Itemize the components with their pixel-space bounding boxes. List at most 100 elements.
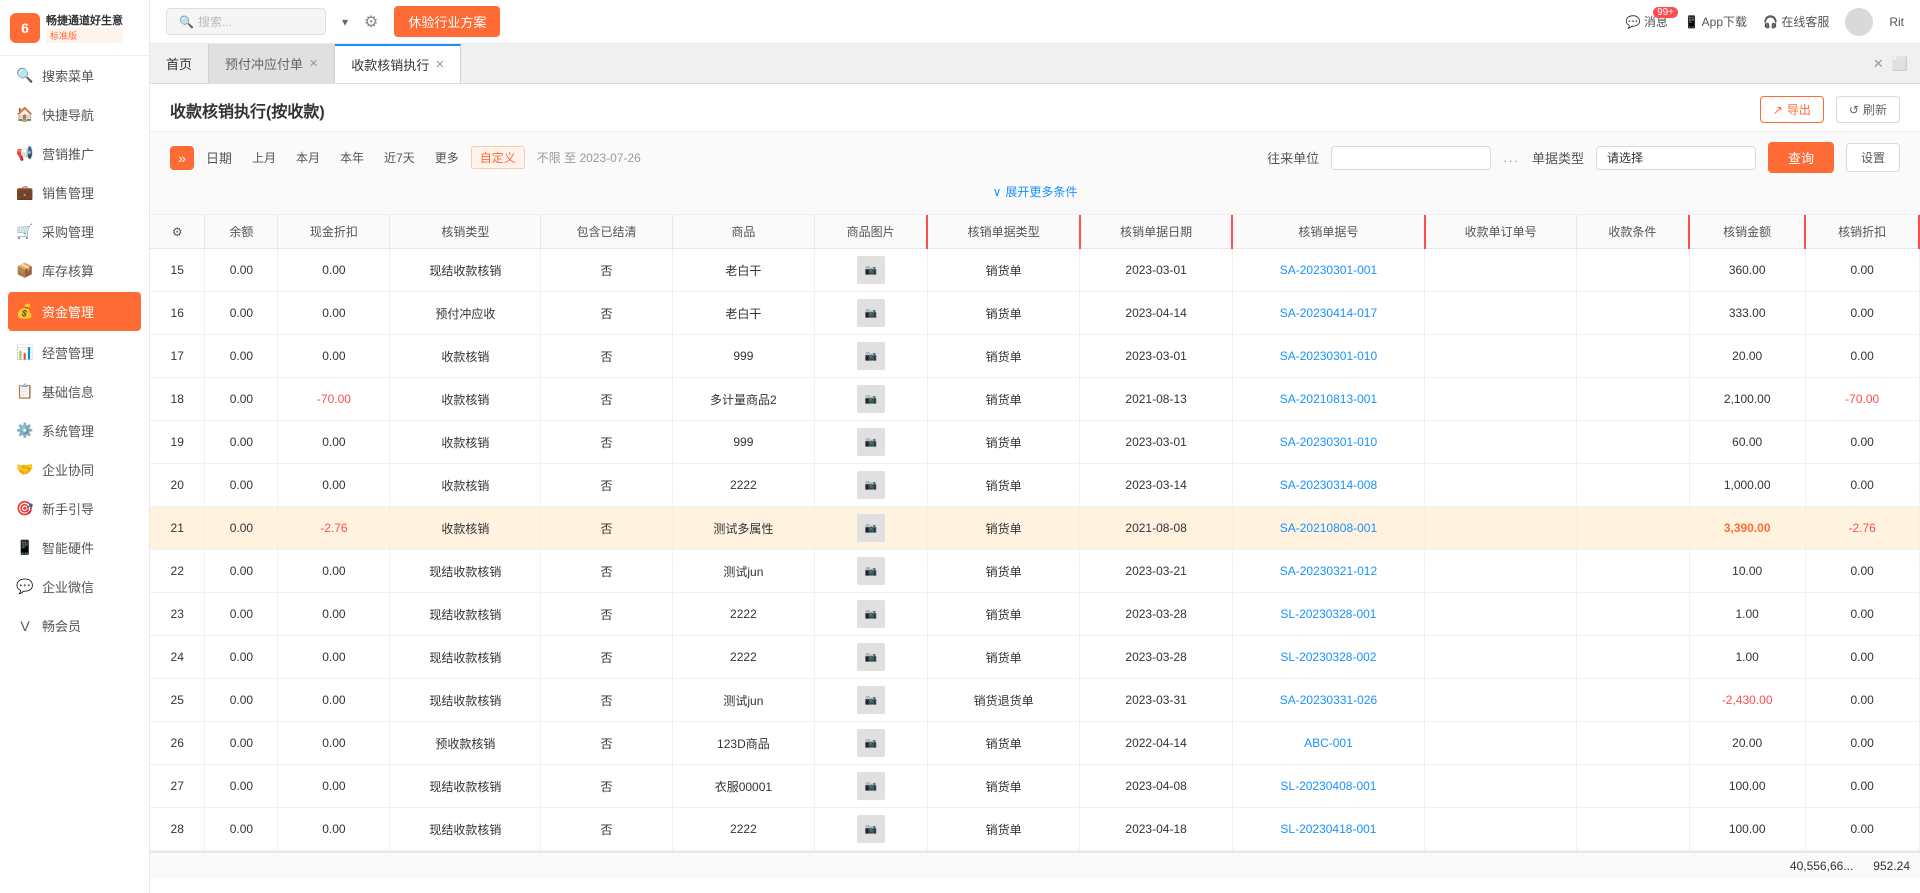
doc-no[interactable]: SA-20230301-010 xyxy=(1232,335,1424,378)
doc-no[interactable]: SA-20230301-001 xyxy=(1232,249,1424,292)
inventory-icon: 📦 xyxy=(16,262,34,279)
condition xyxy=(1576,507,1689,550)
doc-no[interactable]: ABC-001 xyxy=(1232,722,1424,765)
date-this-month-btn[interactable]: 本月 xyxy=(288,147,328,168)
doc-no[interactable]: SL-20230328-002 xyxy=(1232,636,1424,679)
doc-no-link[interactable]: ABC-001 xyxy=(1304,736,1353,750)
voucher-type-select[interactable]: 请选择 xyxy=(1596,146,1756,170)
doc-no-link[interactable]: SA-20230301-010 xyxy=(1280,349,1377,363)
tab-close-prepay[interactable]: ✕ xyxy=(309,57,318,70)
doc-no-link[interactable]: SA-20230414-017 xyxy=(1280,306,1377,320)
table-row: 250.000.00现结收款核销否测试jun📷销货退货单2023-03-31SA… xyxy=(150,679,1919,722)
export-button[interactable]: ↗ 导出 xyxy=(1760,96,1824,123)
topbar-dropdown[interactable]: ▾ xyxy=(342,15,348,29)
discount: 0.00 xyxy=(1805,421,1919,464)
partner-input[interactable] xyxy=(1331,146,1491,170)
sidebar: 6 畅捷通道好生意 标准版 🔍搜索菜单🏠快捷导航📢营销推广💼销售管理🛒采购管理📦… xyxy=(0,0,150,893)
query-button[interactable]: 查询 xyxy=(1768,142,1834,173)
doc-no-link[interactable]: SA-20210813-001 xyxy=(1280,392,1377,406)
doc-no-link[interactable]: SL-20230408-001 xyxy=(1280,779,1376,793)
cancel-type: 收款核销 xyxy=(390,507,541,550)
date-custom-btn[interactable]: 自定义 xyxy=(471,146,525,169)
sidebar-item-purchase[interactable]: 🛒采购管理 xyxy=(0,212,149,251)
app-download[interactable]: 📱 App下载 xyxy=(1684,13,1747,30)
doc-no[interactable]: SA-20230414-017 xyxy=(1232,292,1424,335)
gear-icon[interactable]: ⚙ xyxy=(364,12,378,32)
sidebar-item-inventory[interactable]: 📦库存核算 xyxy=(0,251,149,290)
sidebar-item-funds[interactable]: 💰资金管理 xyxy=(8,292,141,331)
balance: 0.00 xyxy=(205,808,278,851)
amount: 333.00 xyxy=(1689,292,1805,335)
cancel-type: 预付冲应收 xyxy=(390,292,541,335)
doc-no-link[interactable]: SL-20230328-001 xyxy=(1280,607,1376,621)
doc-date: 2023-03-01 xyxy=(1080,249,1233,292)
doc-date: 2023-03-01 xyxy=(1080,421,1233,464)
goods: 测试多属性 xyxy=(672,507,814,550)
maximize-icon[interactable]: ⬜ xyxy=(1892,56,1908,72)
online-service[interactable]: 🎧 在线客服 xyxy=(1763,13,1829,30)
user-avatar[interactable] xyxy=(1845,8,1873,36)
doc-no-link[interactable]: SA-20230301-010 xyxy=(1280,435,1377,449)
balance: 0.00 xyxy=(205,335,278,378)
industry-solution-button[interactable]: 休验行业方案 xyxy=(394,6,500,37)
date-this-year-btn[interactable]: 本年 xyxy=(332,147,372,168)
tab-home[interactable]: 首页 xyxy=(150,44,209,83)
doc-no[interactable]: SA-20230301-010 xyxy=(1232,421,1424,464)
partner-dots[interactable]: ... xyxy=(1503,150,1520,165)
doc-no-link[interactable]: SA-20230301-001 xyxy=(1280,263,1377,277)
table-row: 240.000.00现结收款核销否2222📷销货单2023-03-28SL-20… xyxy=(150,636,1919,679)
date-more-btn[interactable]: 更多 xyxy=(427,147,467,168)
cancel-type: 现结收款核销 xyxy=(390,765,541,808)
operation-icon: 📊 xyxy=(16,344,34,361)
sidebar-item-system[interactable]: ⚙️系统管理 xyxy=(0,411,149,450)
tab-receipts[interactable]: 收款核销执行 ✕ xyxy=(335,44,461,83)
tab-prepay[interactable]: 预付冲应付单 ✕ xyxy=(209,44,335,83)
doc-no-link[interactable]: SA-20230321-012 xyxy=(1280,564,1377,578)
filter-toggle-button[interactable]: » xyxy=(170,146,194,170)
cancel-type: 现结收款核销 xyxy=(390,550,541,593)
doc-no-link[interactable]: SA-20230314-008 xyxy=(1280,478,1377,492)
close-tab-icon[interactable]: ✕ xyxy=(1873,56,1884,72)
doc-no[interactable]: SA-20230321-012 xyxy=(1232,550,1424,593)
refresh-button[interactable]: ↺ 刷新 xyxy=(1836,96,1900,123)
sidebar-item-marketing[interactable]: 📢营销推广 xyxy=(0,134,149,173)
doc-no[interactable]: SA-20210813-001 xyxy=(1232,378,1424,421)
date-7days-btn[interactable]: 近7天 xyxy=(376,147,423,168)
expand-conditions-button[interactable]: ∨ 展开更多条件 xyxy=(170,179,1900,204)
goods: 999 xyxy=(672,421,814,464)
settings-col-icon[interactable]: ⚙ xyxy=(172,225,183,239)
message-icon: 💬 xyxy=(1626,15,1641,29)
doc-no[interactable]: SA-20230314-008 xyxy=(1232,464,1424,507)
goods: 2222 xyxy=(672,636,814,679)
doc-no-link[interactable]: SL-20230328-002 xyxy=(1280,650,1376,664)
sidebar-item-guide[interactable]: 🎯新手引导 xyxy=(0,489,149,528)
sidebar-item-cooperation[interactable]: 🤝企业协同 xyxy=(0,450,149,489)
doc-no[interactable]: SA-20210808-001 xyxy=(1232,507,1424,550)
doc-no[interactable]: SL-20230418-001 xyxy=(1232,808,1424,851)
sidebar-item-operation[interactable]: 📊经营管理 xyxy=(0,333,149,372)
messages-badge-container[interactable]: 💬 消息 99+ xyxy=(1626,13,1668,30)
sidebar-item-hardware[interactable]: 📱智能硬件 xyxy=(0,528,149,567)
doc-no[interactable]: SL-20230408-001 xyxy=(1232,765,1424,808)
table-row: 150.000.00现结收款核销否老白干📷销货单2023-03-01SA-202… xyxy=(150,249,1919,292)
date-prev-month-btn[interactable]: 上月 xyxy=(244,147,284,168)
doc-no-link[interactable]: SA-20230331-026 xyxy=(1280,693,1377,707)
topbar-search-box[interactable]: 🔍 搜索... xyxy=(166,8,326,35)
sidebar-item-sales[interactable]: 💼销售管理 xyxy=(0,173,149,212)
sidebar-item-member[interactable]: V畅会员 xyxy=(0,606,149,645)
goods: 2222 xyxy=(672,593,814,636)
doc-no[interactable]: SL-20230328-001 xyxy=(1232,593,1424,636)
doc-no[interactable]: SA-20230331-026 xyxy=(1232,679,1424,722)
sidebar-item-quicknav[interactable]: 🏠快捷导航 xyxy=(0,95,149,134)
sidebar-item-wechat[interactable]: 💬企业微信 xyxy=(0,567,149,606)
table-row: 230.000.00现结收款核销否2222📷销货单2023-03-28SL-20… xyxy=(150,593,1919,636)
included: 否 xyxy=(541,593,672,636)
tab-close-receipts[interactable]: ✕ xyxy=(435,58,444,71)
sidebar-item-search[interactable]: 🔍搜索菜单 xyxy=(0,56,149,95)
settings-button[interactable]: 设置 xyxy=(1846,143,1900,172)
row-num: 26 xyxy=(150,722,205,765)
marketing-icon: 📢 xyxy=(16,145,34,162)
doc-no-link[interactable]: SL-20230418-001 xyxy=(1280,822,1376,836)
sidebar-item-basic[interactable]: 📋基础信息 xyxy=(0,372,149,411)
doc-no-link[interactable]: SA-20210808-001 xyxy=(1280,521,1377,535)
